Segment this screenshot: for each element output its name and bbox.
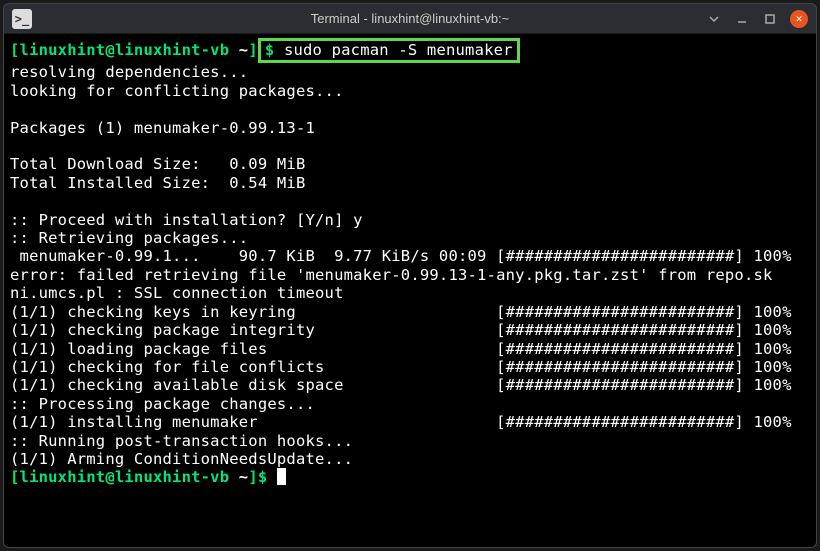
output-line: (1/1) loading package files [###########…: [10, 340, 792, 358]
prompt-user-host: linuxhint@linuxhint-vb: [20, 41, 230, 59]
prompt-symbol: $: [258, 468, 277, 486]
window-title: Terminal - linuxhint@linuxhint-vb:~: [311, 11, 510, 26]
output-line: menumaker-0.99.1... 90.7 KiB 9.77 KiB/s …: [10, 247, 792, 265]
output-line: :: Proceed with installation? [Y/n] y: [10, 211, 363, 229]
dropdown-button[interactable]: [706, 11, 722, 27]
output-line: (1/1) Arming ConditionNeedsUpdate...: [10, 450, 353, 468]
maximize-button[interactable]: [762, 11, 778, 27]
output-line: error: failed retrieving file 'menumaker…: [10, 266, 773, 284]
output-line: :: Processing package changes...: [10, 395, 315, 413]
command-highlight: $ sudo pacman -S menumaker: [258, 38, 520, 63]
output-line: resolving dependencies...: [10, 63, 248, 81]
titlebar[interactable]: >_ Terminal - linuxhint@linuxhint-vb:~ ✕: [4, 4, 816, 34]
cursor: [277, 468, 286, 485]
output-line: (1/1) checking for file conflicts [#####…: [10, 358, 792, 376]
output-line: ni.umcs.pl : SSL connection timeout: [10, 284, 344, 302]
output-line: :: Retrieving packages...: [10, 229, 248, 247]
output-line: looking for conflicting packages...: [10, 82, 344, 100]
prompt-bracket-open: [: [10, 41, 20, 59]
prompt-symbol: $: [265, 41, 284, 59]
output-line: Total Installed Size: 0.54 MiB: [10, 174, 306, 192]
output-line: :: Running post-transaction hooks...: [10, 432, 353, 450]
prompt-bracket-open: [: [10, 468, 20, 486]
command-text: sudo pacman -S menumaker: [284, 41, 513, 59]
prompt-user-host: linuxhint@linuxhint-vb: [20, 468, 230, 486]
terminal-icon: >_: [12, 9, 32, 29]
output-line: Packages (1) menumaker-0.99.13-1: [10, 119, 315, 137]
terminal-output[interactable]: [linuxhint@linuxhint-vb ~]$ sudo pacman …: [4, 34, 816, 547]
output-line: Total Download Size: 0.09 MiB: [10, 155, 306, 173]
output-line: (1/1) checking available disk space [###…: [10, 376, 792, 394]
terminal-window: >_ Terminal - linuxhint@linuxhint-vb:~ ✕…: [3, 3, 817, 548]
close-button[interactable]: ✕: [790, 10, 808, 28]
window-controls: ✕: [706, 10, 808, 28]
output-line: (1/1) checking keys in keyring [########…: [10, 303, 792, 321]
prompt-path: ~: [229, 468, 248, 486]
output-line: (1/1) checking package integrity [######…: [10, 321, 792, 339]
minimize-button[interactable]: [734, 11, 750, 27]
output-line: (1/1) installing menumaker [############…: [10, 413, 792, 431]
prompt-path: ~: [229, 41, 248, 59]
prompt-bracket-close: ]: [248, 41, 258, 59]
prompt-bracket-close: ]: [248, 468, 258, 486]
